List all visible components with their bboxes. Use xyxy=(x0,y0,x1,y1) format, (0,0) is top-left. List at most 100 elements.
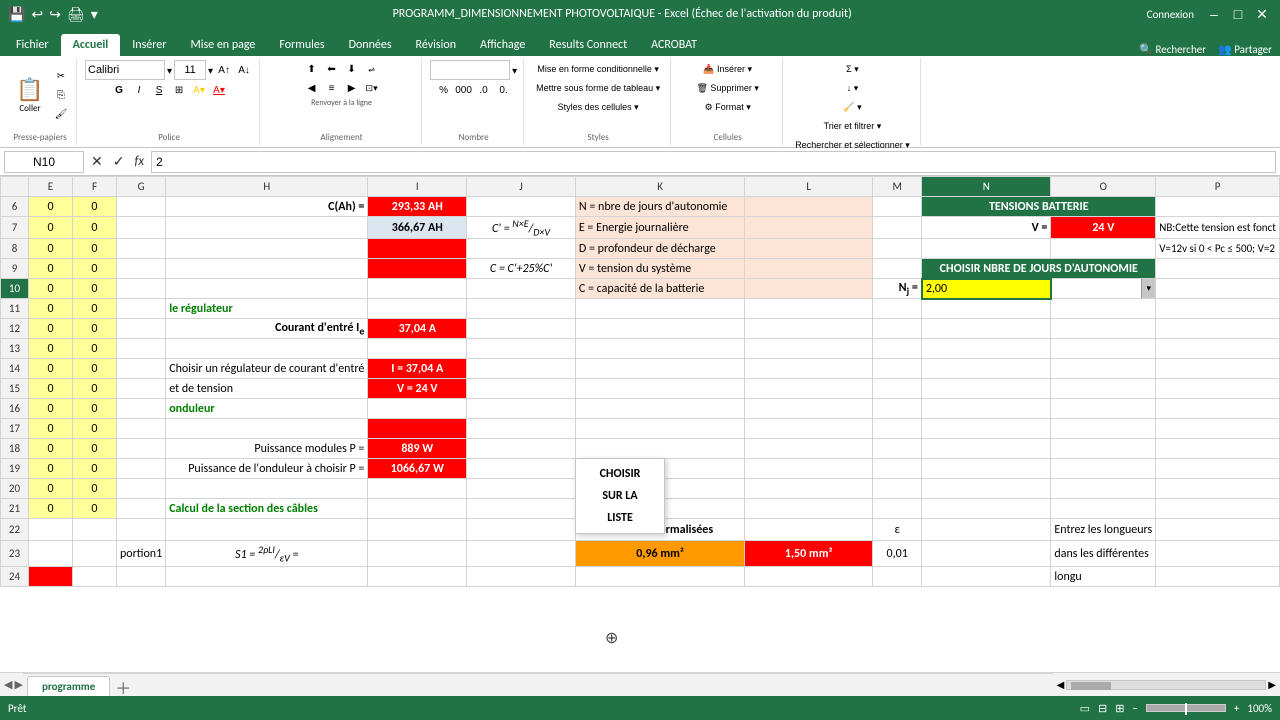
cell-K16[interactable] xyxy=(575,399,745,419)
font-name-arrow[interactable]: ▾ xyxy=(167,64,172,77)
cell-P13[interactable] xyxy=(1156,339,1280,359)
cell-K17[interactable] xyxy=(575,419,745,439)
normal-view-icon[interactable]: ▭ xyxy=(1080,702,1090,715)
col-header-M[interactable]: M xyxy=(873,177,922,197)
dropdown-item-sur-la[interactable]: SUR LA xyxy=(576,485,664,507)
cell-K8[interactable]: D = profondeur de décharge xyxy=(575,239,745,259)
cell-N8[interactable] xyxy=(922,239,1051,259)
cell-L23[interactable]: 1,50 mm² xyxy=(745,541,873,567)
cell-M14[interactable] xyxy=(873,359,922,379)
cell-O18[interactable] xyxy=(1051,439,1156,459)
undo-icon[interactable]: ↩ xyxy=(31,6,43,23)
cell-K14[interactable] xyxy=(575,359,745,379)
save-icon[interactable]: 💾 xyxy=(8,6,25,23)
cell-K12[interactable] xyxy=(575,319,745,339)
row-header-19[interactable]: 19 xyxy=(1,459,29,479)
cell-O14[interactable] xyxy=(1051,359,1156,379)
page-break-icon[interactable]: ⊞ xyxy=(1115,702,1124,715)
cell-I20[interactable] xyxy=(368,479,467,499)
col-header-I[interactable]: I xyxy=(368,177,467,197)
cell-F18[interactable]: 0 xyxy=(72,439,116,459)
cell-N6[interactable]: TENSIONS BATTERIE xyxy=(922,197,1156,217)
fill-color-button[interactable]: A▾ xyxy=(190,81,208,99)
cell-N13[interactable] xyxy=(922,339,1051,359)
row-header-16[interactable]: 16 xyxy=(1,399,29,419)
cell-M19[interactable] xyxy=(873,459,922,479)
cell-L13[interactable] xyxy=(745,339,873,359)
cell-J17[interactable] xyxy=(467,419,576,439)
align-center-button[interactable]: ≡ xyxy=(323,79,341,97)
cell-K6[interactable]: N = nbre de jours d'autonomie xyxy=(575,197,745,217)
cell-E16[interactable]: 0 xyxy=(29,399,73,419)
cell-L19[interactable] xyxy=(745,459,873,479)
cell-I12[interactable]: 37,04 A xyxy=(368,319,467,339)
cell-F14[interactable]: 0 xyxy=(72,359,116,379)
decrease-decimal-button[interactable]: 0. xyxy=(495,81,513,99)
cell-J20[interactable] xyxy=(467,479,576,499)
cell-G20[interactable] xyxy=(116,479,165,499)
col-header-E[interactable]: E xyxy=(29,177,73,197)
dropdown-item-choisir[interactable]: CHOISIR xyxy=(576,463,664,485)
formula-confirm-icon[interactable]: ✓ xyxy=(110,153,128,170)
tab-fichier[interactable]: Fichier xyxy=(4,34,61,56)
cell-H13[interactable] xyxy=(166,339,368,359)
cell-L6[interactable] xyxy=(745,197,873,217)
cell-I18[interactable]: 889 W xyxy=(368,439,467,459)
font-shrink-button[interactable]: A↓ xyxy=(235,61,253,79)
cell-M16[interactable] xyxy=(873,399,922,419)
cell-I22[interactable] xyxy=(368,519,467,541)
row-header-21[interactable]: 21 xyxy=(1,499,29,519)
align-left-button[interactable]: ◀ xyxy=(303,79,321,97)
cell-G13[interactable] xyxy=(116,339,165,359)
cell-N23[interactable] xyxy=(922,541,1051,567)
cell-J9[interactable]: C = C'+25%C' xyxy=(467,259,576,279)
tab-formules[interactable]: Formules xyxy=(267,34,336,56)
cell-O23[interactable]: dans les différentes xyxy=(1051,541,1156,567)
cell-O21[interactable] xyxy=(1051,499,1156,519)
cell-I10[interactable] xyxy=(368,279,467,299)
cell-P14[interactable] xyxy=(1156,359,1280,379)
cell-O16[interactable] xyxy=(1051,399,1156,419)
row-header-17[interactable]: 17 xyxy=(1,419,29,439)
conditional-format-button[interactable]: Mise en forme conditionnelle ▾ xyxy=(533,60,663,78)
cell-E10[interactable]: 0 xyxy=(29,279,73,299)
cell-E12[interactable]: 0 xyxy=(29,319,73,339)
cell-L21[interactable] xyxy=(745,499,873,519)
tab-inserer[interactable]: Insérer xyxy=(120,34,178,56)
cell-F16[interactable]: 0 xyxy=(72,399,116,419)
tab-affichage[interactable]: Affichage xyxy=(468,34,537,56)
italic-button[interactable]: I xyxy=(130,81,148,99)
cell-G22[interactable] xyxy=(116,519,165,541)
cell-I13[interactable] xyxy=(368,339,467,359)
cell-N10[interactable]: 2,00 xyxy=(922,279,1051,299)
tab-donnees[interactable]: Données xyxy=(337,34,404,56)
coller-button[interactable]: 📋 Coller xyxy=(10,67,50,123)
cell-E22[interactable] xyxy=(29,519,73,541)
cell-L17[interactable] xyxy=(745,419,873,439)
cell-J19[interactable] xyxy=(467,459,576,479)
font-name-input[interactable] xyxy=(85,60,165,80)
cell-L12[interactable] xyxy=(745,319,873,339)
cell-L10[interactable] xyxy=(745,279,873,299)
cell-K13[interactable] xyxy=(575,339,745,359)
cell-M6[interactable] xyxy=(873,197,922,217)
cell-F20[interactable]: 0 xyxy=(72,479,116,499)
cell-M9[interactable] xyxy=(873,259,922,279)
row-header-12[interactable]: 12 xyxy=(1,319,29,339)
cell-H7[interactable] xyxy=(166,217,368,239)
cell-O20[interactable] xyxy=(1051,479,1156,499)
cell-E18[interactable]: 0 xyxy=(29,439,73,459)
cell-M23[interactable]: 0,01 xyxy=(873,541,922,567)
connexion-label[interactable]: Connexion xyxy=(1147,8,1194,21)
cell-J8[interactable] xyxy=(467,239,576,259)
cell-J13[interactable] xyxy=(467,339,576,359)
cell-J11[interactable] xyxy=(467,299,576,319)
cell-M22[interactable]: ε xyxy=(873,519,922,541)
cell-G18[interactable] xyxy=(116,439,165,459)
cell-N18[interactable] xyxy=(922,439,1051,459)
zoom-slider[interactable] xyxy=(1146,704,1226,712)
cell-L16[interactable] xyxy=(745,399,873,419)
font-size-arrow[interactable]: ▾ xyxy=(208,64,213,77)
font-size-input[interactable] xyxy=(174,60,206,80)
cell-I17[interactable] xyxy=(368,419,467,439)
